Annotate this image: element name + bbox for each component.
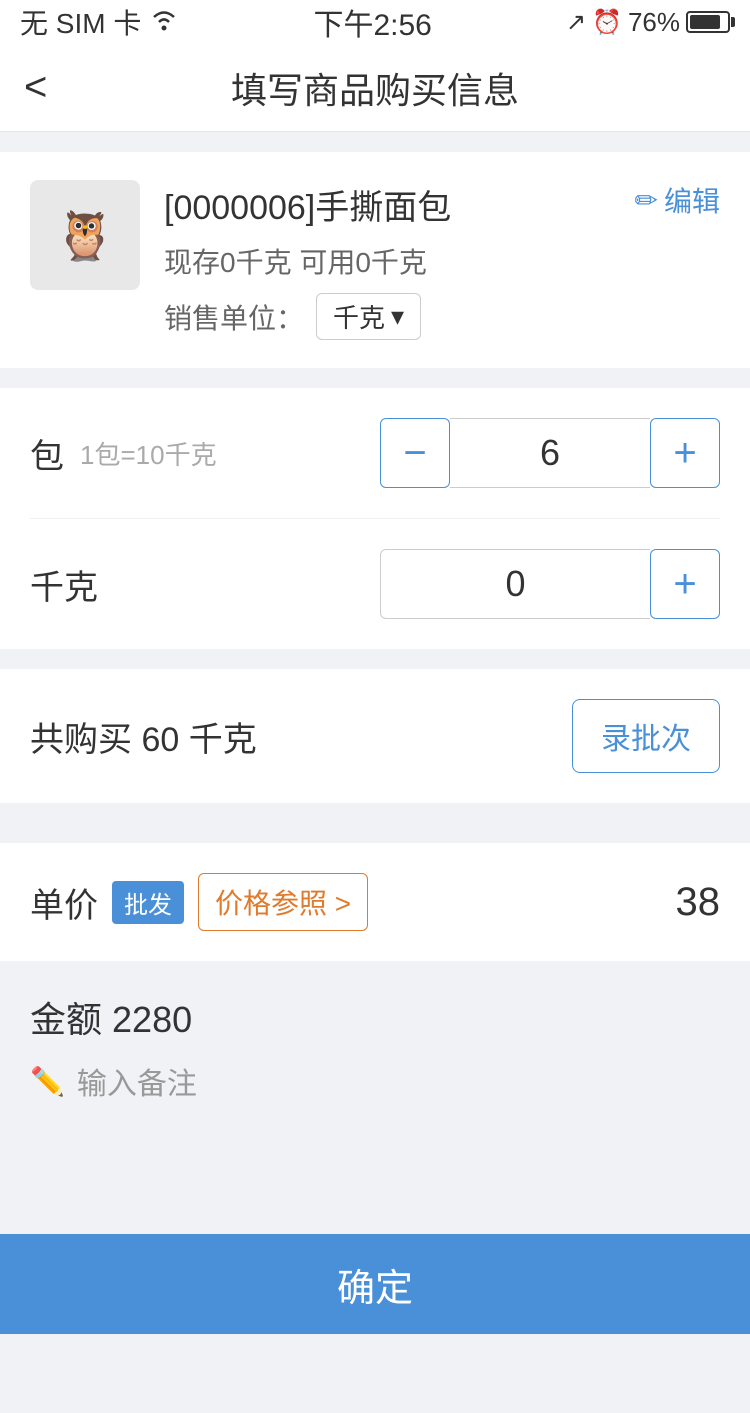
carrier-label: 无 SIM 卡 <box>20 2 141 42</box>
note-placeholder: 输入备注 <box>77 1059 197 1103</box>
alarm-icon: ⏰ <box>592 8 622 37</box>
edit-button[interactable]: ✏ 编辑 <box>635 180 720 220</box>
confirm-button[interactable]: 确定 <box>0 1234 750 1334</box>
product-owl-icon: 🦉 <box>55 207 115 264</box>
note-row[interactable]: ✏️ 输入备注 <box>30 1059 720 1103</box>
amount-row: 金额 2280 <box>30 991 720 1043</box>
total-batch-section: 共购买 60 千克 录批次 <box>0 669 750 803</box>
amount-section: 金额 2280 ✏️ 输入备注 <box>0 961 750 1133</box>
section-separator-1 <box>0 368 750 388</box>
battery-percent: 76% <box>628 7 680 38</box>
pencil-icon: ✏️ <box>30 1065 65 1098</box>
quantity-label-kg: 千克 <box>30 560 98 609</box>
amount-number: 2280 <box>112 999 192 1040</box>
price-left: 单价 批发 价格参照 > <box>30 873 368 931</box>
quantity-row-bao: 包 1包=10千克 − + <box>30 388 720 519</box>
edit-icon: ✏ <box>635 184 658 217</box>
quantity-hint-bao: 1包=10千克 <box>80 435 217 472</box>
back-button[interactable]: < <box>24 65 47 110</box>
unit-dropdown-icon: ▾ <box>391 301 404 332</box>
unit-kg: 千克 <box>30 560 98 609</box>
price-value: 38 <box>676 880 721 925</box>
unit-select[interactable]: 千克 ▾ <box>316 293 421 340</box>
amount-label: 金额 <box>30 999 102 1040</box>
batch-button[interactable]: 录批次 <box>572 699 720 773</box>
battery-icon <box>686 11 730 33</box>
product-unit-row: 销售单位： 千克 ▾ <box>164 293 720 340</box>
quantity-control-kg: + <box>380 549 720 619</box>
quantity-control-bao: − + <box>380 418 720 488</box>
status-left: 无 SIM 卡 <box>20 2 179 42</box>
quantity-section: 包 1包=10千克 − + 千克 + <box>0 388 750 649</box>
batch-tag: 批发 <box>112 881 184 924</box>
section-separator-2 <box>0 803 750 823</box>
price-ref-button[interactable]: 价格参照 > <box>198 873 368 931</box>
plus-button-kg[interactable]: + <box>650 549 720 619</box>
page-title: 填写商品购买信息 <box>231 62 519 114</box>
unit-bao: 包 <box>30 429 64 478</box>
price-label: 单价 <box>30 878 98 927</box>
price-section: 单价 批发 价格参照 > 38 <box>0 843 750 961</box>
total-label: 共购买 60 千克 <box>30 712 257 761</box>
product-thumbnail: 🦉 <box>30 180 140 290</box>
quantity-input-kg[interactable] <box>380 549 650 619</box>
time-label: 下午2:56 <box>313 0 431 44</box>
quantity-input-bao[interactable] <box>450 418 650 488</box>
minus-button-bao[interactable]: − <box>380 418 450 488</box>
quantity-label-bao: 包 1包=10千克 <box>30 429 217 478</box>
product-stock: 现存0千克 可用0千克 <box>164 241 720 281</box>
edit-label: 编辑 <box>664 180 720 220</box>
nav-bar: < 填写商品购买信息 <box>0 44 750 132</box>
location-icon: ↗ <box>566 8 586 37</box>
status-bar: 无 SIM 卡 下午2:56 ↗ ⏰ 76% <box>0 0 750 44</box>
product-card: 🦉 [0000006]手撕面包 现存0千克 可用0千克 销售单位： 千克 ▾ ✏… <box>0 152 750 368</box>
quantity-row-kg: 千克 + <box>30 519 720 649</box>
unit-label-text: 销售单位： <box>164 297 304 337</box>
status-right: ↗ ⏰ 76% <box>566 7 730 38</box>
wifi-icon <box>149 6 179 38</box>
plus-button-bao[interactable]: + <box>650 418 720 488</box>
unit-value: 千克 <box>333 298 385 335</box>
